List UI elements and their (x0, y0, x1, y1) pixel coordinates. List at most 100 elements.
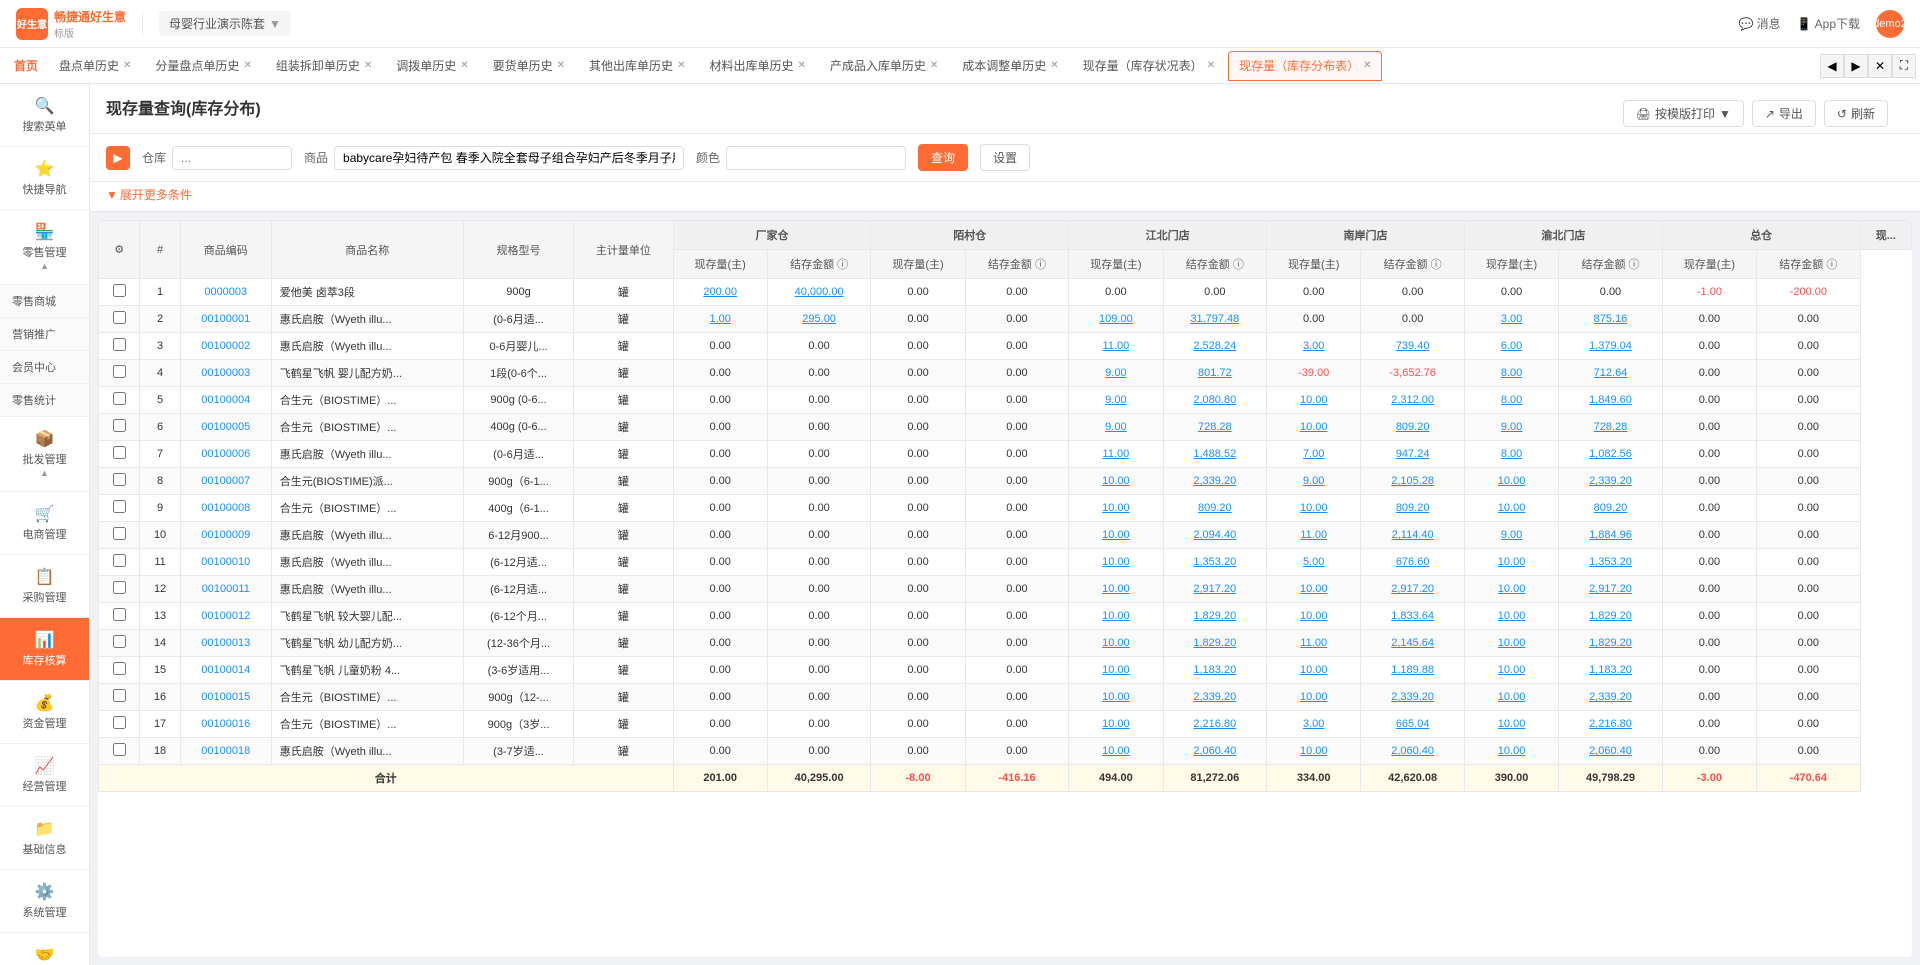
cell-value[interactable]: 11.00 (1103, 340, 1130, 352)
cell-value[interactable]: 2,528.24 (1193, 340, 1236, 352)
cell-code[interactable]: 00100006 (180, 441, 271, 468)
cell-value[interactable]: 10.00 (1102, 502, 1130, 514)
industry-selector[interactable]: 母婴行业演示陈套 ▼ (159, 11, 291, 36)
warehouse-input[interactable] (172, 146, 292, 170)
cell-value[interactable]: 9.00 (1303, 475, 1324, 487)
sidebar-item-purchase[interactable]: 📋采购管理 (0, 555, 89, 618)
query-button[interactable]: 查询 (918, 144, 968, 171)
cell-checkbox[interactable] (99, 468, 140, 495)
cell-value[interactable]: 728.28 (1594, 421, 1628, 433)
settings-button[interactable]: 设置 (980, 144, 1030, 171)
cell-value[interactable]: 10.00 (1498, 745, 1526, 757)
tab-item[interactable]: 分量盘点单历史✕ (144, 51, 262, 81)
cell-value[interactable]: 1,849.60 (1589, 394, 1632, 406)
cell-value[interactable]: 2,145.64 (1391, 637, 1434, 649)
cell-value[interactable]: -3,652.76 (1389, 367, 1435, 379)
cell-value[interactable]: 10.00 (1300, 502, 1328, 514)
tab-item[interactable]: 其他出库单历史✕ (578, 51, 696, 81)
cell-value[interactable]: 1,379.04 (1589, 340, 1632, 352)
filter-toggle-btn[interactable]: ▶ (106, 146, 130, 170)
sidebar-item-retail[interactable]: 🏪零售管理▲ (0, 210, 89, 285)
tab-close-icon[interactable]: ✕ (1363, 60, 1371, 71)
cell-value[interactable]: 10.00 (1102, 637, 1130, 649)
cell-value[interactable]: 739.40 (1396, 340, 1430, 352)
cell-value[interactable]: 2,917.20 (1589, 583, 1632, 595)
cell-value[interactable]: -1.00 (1697, 286, 1722, 298)
cell-checkbox[interactable] (99, 684, 140, 711)
cell-value[interactable]: 5.00 (1303, 556, 1324, 568)
cell-value[interactable]: 10.00 (1300, 610, 1328, 622)
cell-value[interactable]: 9.00 (1501, 529, 1522, 541)
cell-checkbox[interactable] (99, 522, 140, 549)
cell-code[interactable]: 00100014 (180, 657, 271, 684)
cell-checkbox[interactable] (99, 495, 140, 522)
tab-close-icon[interactable]: ✕ (557, 60, 565, 71)
cell-value[interactable]: 11.00 (1300, 637, 1327, 649)
tab-item[interactable]: 现存量（库存状况表）✕ (1072, 51, 1226, 81)
sidebar-item-operation[interactable]: 📈经营管理 (0, 744, 89, 807)
cell-value[interactable]: 1,082.56 (1589, 448, 1632, 460)
sidebar-sub-item-retail-stat[interactable]: 零售统计 (0, 384, 89, 417)
cell-code[interactable]: 00100012 (180, 603, 271, 630)
cell-value[interactable]: 10.00 (1102, 664, 1130, 676)
cell-value[interactable]: 1,353.20 (1589, 556, 1632, 568)
refresh-button[interactable]: ↺ 刷新 (1824, 100, 1888, 127)
sidebar-item-finance[interactable]: 💰资金管理 (0, 681, 89, 744)
cell-value[interactable]: 11.00 (1300, 529, 1327, 541)
cell-value[interactable]: 9.00 (1105, 421, 1126, 433)
sidebar-item-system[interactable]: ⚙️系统管理 (0, 870, 89, 933)
cell-value[interactable]: 676.60 (1396, 556, 1430, 568)
cell-value[interactable]: 2,339.20 (1391, 691, 1434, 703)
cell-value[interactable]: 2,216.80 (1589, 718, 1632, 730)
tab-fullscreen[interactable]: ⛶ (1892, 54, 1916, 78)
cell-code[interactable]: 00100010 (180, 549, 271, 576)
cell-value[interactable]: 2,917.20 (1193, 583, 1236, 595)
cell-checkbox[interactable] (99, 576, 140, 603)
cell-value[interactable]: 10.00 (1498, 718, 1526, 730)
tab-item[interactable]: 调拨单历史✕ (385, 51, 479, 81)
cell-checkbox[interactable] (99, 279, 140, 306)
cell-value[interactable]: 10.00 (1102, 583, 1130, 595)
cell-value[interactable]: 1,189.88 (1391, 664, 1434, 676)
cell-value[interactable]: 2,339.20 (1589, 475, 1632, 487)
cell-value[interactable]: 2,312.00 (1391, 394, 1434, 406)
tab-close-icon[interactable]: ✕ (123, 60, 131, 71)
cell-checkbox[interactable] (99, 549, 140, 576)
sidebar-item-ecommerce[interactable]: 🛒电商管理 (0, 492, 89, 555)
cell-value[interactable]: 7.00 (1303, 448, 1324, 460)
tab-item[interactable]: 要货单历史✕ (482, 51, 576, 81)
tab-close-icon[interactable]: ✕ (797, 60, 805, 71)
cell-value[interactable]: 2,080.80 (1193, 394, 1236, 406)
tab-item[interactable]: 材料出库单历史✕ (698, 51, 816, 81)
cell-checkbox[interactable] (99, 657, 140, 684)
cell-value[interactable]: 9.00 (1501, 421, 1522, 433)
cell-checkbox[interactable] (99, 738, 140, 765)
cell-value[interactable]: 3.00 (1501, 313, 1522, 325)
tab-close-icon[interactable]: ✕ (1050, 60, 1058, 71)
cell-value[interactable]: 2,339.20 (1589, 691, 1632, 703)
cell-value[interactable]: 2,060.40 (1193, 745, 1236, 757)
cell-value[interactable]: 2,339.20 (1193, 691, 1236, 703)
tab-item[interactable]: 成本调整单历史✕ (951, 51, 1069, 81)
cell-code[interactable]: 00100008 (180, 495, 271, 522)
tab-item[interactable]: 现存量（库存分布表）✕ (1228, 51, 1382, 81)
avatar[interactable]: demo2 (1876, 10, 1904, 38)
cell-value[interactable]: 40,000.00 (795, 286, 844, 298)
cell-value[interactable]: 9.00 (1105, 394, 1126, 406)
tab-close-icon[interactable]: ✕ (1207, 60, 1215, 71)
cell-value[interactable]: 1,833.64 (1391, 610, 1434, 622)
cell-value[interactable]: 809.20 (1396, 502, 1430, 514)
cell-value[interactable]: 10.00 (1498, 502, 1526, 514)
sidebar-item-inventory[interactable]: 📊库存核算 (0, 618, 89, 681)
cell-value[interactable]: 1,829.20 (1193, 637, 1236, 649)
cell-code[interactable]: 00100013 (180, 630, 271, 657)
cell-value[interactable]: 875.16 (1594, 313, 1628, 325)
cell-value[interactable]: 11.00 (1103, 448, 1130, 460)
sidebar-item-corp[interactable]: 🤝企业协同 (0, 933, 89, 965)
cell-code[interactable]: 00100003 (180, 360, 271, 387)
tab-item[interactable]: 盘点单历史✕ (48, 51, 142, 81)
cell-value[interactable]: 801.72 (1198, 367, 1232, 379)
tab-item[interactable]: 组装拆卸单历史✕ (265, 51, 383, 81)
sidebar-sub-item-retail-shop[interactable]: 零售商城 (0, 285, 89, 318)
cell-value[interactable]: 109.00 (1099, 313, 1133, 325)
